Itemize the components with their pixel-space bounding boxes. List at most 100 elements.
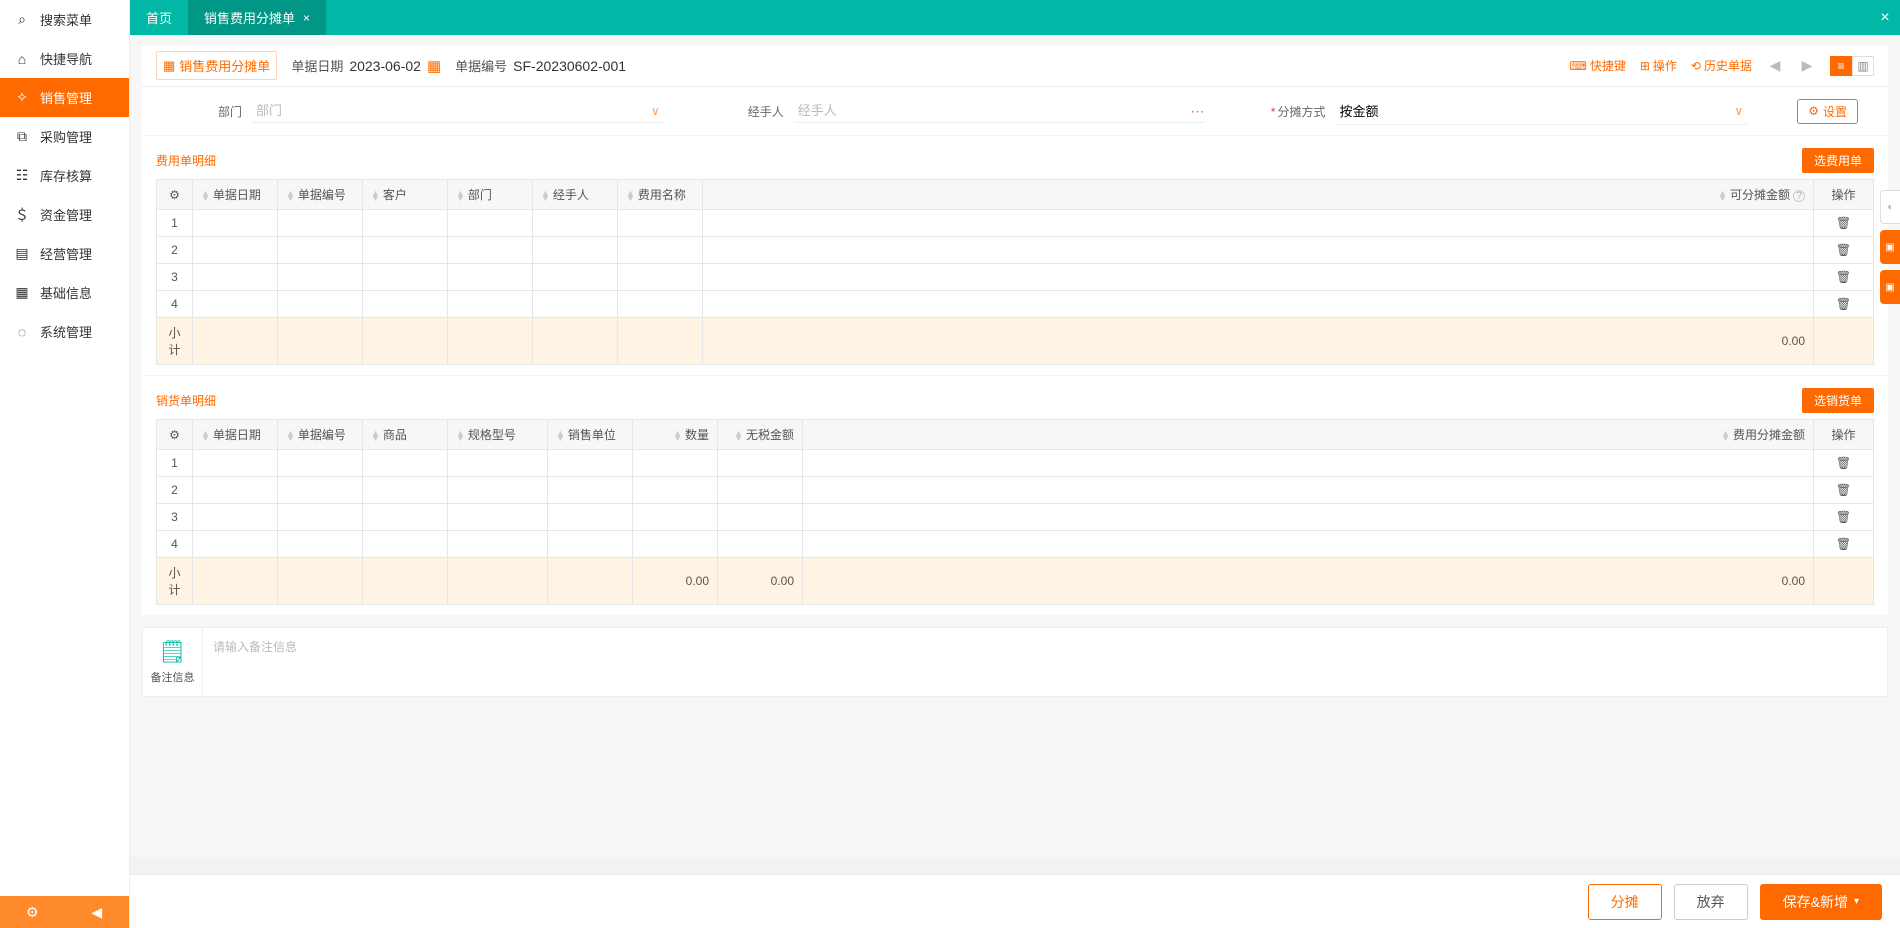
settings-button[interactable]: ⚙ 设置 <box>1797 99 1858 124</box>
col-notax[interactable]: ▲▼无税金额 <box>718 420 803 450</box>
col-handler[interactable]: ▲▼经手人 <box>533 180 618 210</box>
col-unit[interactable]: ▲▼销售单位 <box>548 420 633 450</box>
sidebar-item-sales[interactable]: ✧ 销售管理 <box>0 78 129 117</box>
remarks-input[interactable] <box>213 640 1877 654</box>
filter-bar: 部门 ∨ 经手人 ⋯ <box>142 87 1888 135</box>
table-row[interactable]: 1🗑 <box>157 210 1874 237</box>
col-docno[interactable]: ▲▼单据编号 <box>278 420 363 450</box>
sidebar-item-baseinfo[interactable]: ▦ 基础信息 <box>0 273 129 312</box>
gear-icon: ⚙ <box>1808 104 1819 118</box>
col-date[interactable]: ▲▼单据日期 <box>193 180 278 210</box>
chevron-down-icon: ▾ <box>1854 896 1859 907</box>
handler-input[interactable] <box>794 99 1206 123</box>
sales-title: 销货单明细 <box>156 392 216 409</box>
delete-row-button[interactable]: 🗑 <box>1814 504 1874 531</box>
notepad-icon: 🗒 <box>159 639 187 665</box>
sidebar-item-purchase[interactable]: ⧉ 采购管理 <box>0 117 129 156</box>
sidebar-item-system[interactable]: ◌ 系统管理 <box>0 312 129 351</box>
collapse-icon: ◀ <box>91 904 102 921</box>
col-allocatable[interactable]: ▲▼可分摊金额? <box>703 180 1814 210</box>
subtotal-amt: 0.00 <box>718 558 803 605</box>
table-row[interactable]: 1🗑 <box>157 450 1874 477</box>
nav-prev-button[interactable]: ◀ <box>1766 57 1784 74</box>
rail-button-3[interactable]: ▣ <box>1880 270 1900 304</box>
method-value[interactable]: 按金额 <box>1335 97 1747 125</box>
sidebar-item-inventory[interactable]: ☷ 库存核算 <box>0 156 129 195</box>
history-link[interactable]: ⟲历史单据 <box>1691 57 1752 74</box>
tabbar-close-button[interactable]: × <box>1870 0 1900 35</box>
sales-table: ⚙ ▲▼单据日期 ▲▼单据编号 ▲▼商品 ▲▼规格型号 ▲▼销售单位 ▲▼数量 … <box>156 419 1874 605</box>
history-icon: ⟲ <box>1691 59 1701 73</box>
calendar-icon[interactable]: ▦ <box>427 57 441 75</box>
doc-title-chip: ▦ 销售费用分摊单 <box>156 51 277 80</box>
col-dept[interactable]: ▲▼部门 <box>448 180 533 210</box>
operations-link[interactable]: ⊞操作 <box>1640 57 1677 74</box>
select-sales-button[interactable]: 选销货单 <box>1802 388 1874 413</box>
subtotal-row: 小计 0.00 <box>157 318 1874 365</box>
save-and-new-button[interactable]: 保存&新增 ▾ <box>1760 884 1882 920</box>
delete-row-button[interactable]: 🗑 <box>1814 450 1874 477</box>
rail-button-1[interactable]: ◐ <box>1880 190 1900 224</box>
subtotal-qty: 0.00 <box>633 558 718 605</box>
sidebar-item-business[interactable]: ▤ 经营管理 <box>0 234 129 273</box>
col-ops: 操作 <box>1814 180 1874 210</box>
help-icon[interactable]: ? <box>1793 190 1805 202</box>
discard-button[interactable]: 放弃 <box>1674 884 1748 920</box>
view-grid-button[interactable]: ▥ <box>1852 56 1874 76</box>
nav-next-button[interactable]: ▶ <box>1798 57 1816 74</box>
table-row[interactable]: 2🗑 <box>157 477 1874 504</box>
tab-close-icon[interactable]: × <box>303 11 310 25</box>
table-row[interactable]: 3🗑 <box>157 504 1874 531</box>
rail-button-2[interactable]: ▣ <box>1880 230 1900 264</box>
table-row[interactable]: 3🗑 <box>157 264 1874 291</box>
sidebar-search[interactable]: ⌕ 搜索菜单 <box>0 0 129 39</box>
delete-row-button[interactable]: 🗑 <box>1814 477 1874 504</box>
select-expense-button[interactable]: 选费用单 <box>1802 148 1874 173</box>
tab-bar: 首页 销售费用分摊单 × × <box>130 0 1900 35</box>
col-date[interactable]: ▲▼单据日期 <box>193 420 278 450</box>
doc-title: 销售费用分摊单 <box>179 56 270 75</box>
date-value[interactable]: 2023-06-02 <box>349 58 421 74</box>
allocate-button[interactable]: 分摊 <box>1588 884 1662 920</box>
sidebar-collapse-button[interactable]: ◀ <box>65 896 130 928</box>
sidebar-search-label: 搜索菜单 <box>40 10 92 29</box>
table-row[interactable]: 2🗑 <box>157 237 1874 264</box>
sidebar-item-funds[interactable]: ＄ 资金管理 <box>0 195 129 234</box>
col-qty[interactable]: ▲▼数量 <box>633 420 718 450</box>
picker-icon[interactable]: ⋯ <box>1190 103 1201 120</box>
col-product[interactable]: ▲▼商品 <box>363 420 448 450</box>
col-spec[interactable]: ▲▼规格型号 <box>448 420 548 450</box>
chevron-down-icon[interactable]: ∨ <box>651 104 660 118</box>
sidebar-settings-button[interactable]: ⚙ <box>0 896 65 928</box>
col-feename[interactable]: ▲▼费用名称 <box>618 180 703 210</box>
shortcut-link[interactable]: ⌨快捷键 <box>1570 57 1626 74</box>
dept-input[interactable] <box>252 99 664 123</box>
column-settings[interactable]: ⚙ <box>157 420 193 450</box>
right-rail: ◐ ▣ ▣ <box>1880 190 1900 304</box>
delete-row-button[interactable]: 🗑 <box>1814 291 1874 318</box>
table-row[interactable]: 4🗑 <box>157 291 1874 318</box>
table-row[interactable]: 4🗑 <box>157 531 1874 558</box>
purchase-icon: ⧉ <box>14 129 30 145</box>
chevron-down-icon[interactable]: ∨ <box>1734 104 1743 118</box>
tab-label: 首页 <box>146 8 172 27</box>
inventory-icon: ☷ <box>14 168 30 184</box>
gear-icon: ⚙ <box>26 904 39 921</box>
tab-home[interactable]: 首页 <box>130 0 188 35</box>
sidebar-item-label: 经营管理 <box>40 244 92 263</box>
subtotal-row: 小计 0.00 0.00 0.00 <box>157 558 1874 605</box>
delete-row-button[interactable]: 🗑 <box>1814 210 1874 237</box>
view-list-button[interactable]: ≡ <box>1830 56 1852 76</box>
sidebar-item-label: 快捷导航 <box>40 49 92 68</box>
sidebar-item-quicknav[interactable]: ⌂ 快捷导航 <box>0 39 129 78</box>
tab-current[interactable]: 销售费用分摊单 × <box>188 0 326 35</box>
number-label: 单据编号 <box>455 56 507 75</box>
delete-row-button[interactable]: 🗑 <box>1814 264 1874 291</box>
handler-label: 经手人 <box>714 103 784 120</box>
col-docno[interactable]: ▲▼单据编号 <box>278 180 363 210</box>
column-settings[interactable]: ⚙ <box>157 180 193 210</box>
col-alloc[interactable]: ▲▼费用分摊金额 <box>803 420 1814 450</box>
delete-row-button[interactable]: 🗑 <box>1814 531 1874 558</box>
delete-row-button[interactable]: 🗑 <box>1814 237 1874 264</box>
col-customer[interactable]: ▲▼客户 <box>363 180 448 210</box>
